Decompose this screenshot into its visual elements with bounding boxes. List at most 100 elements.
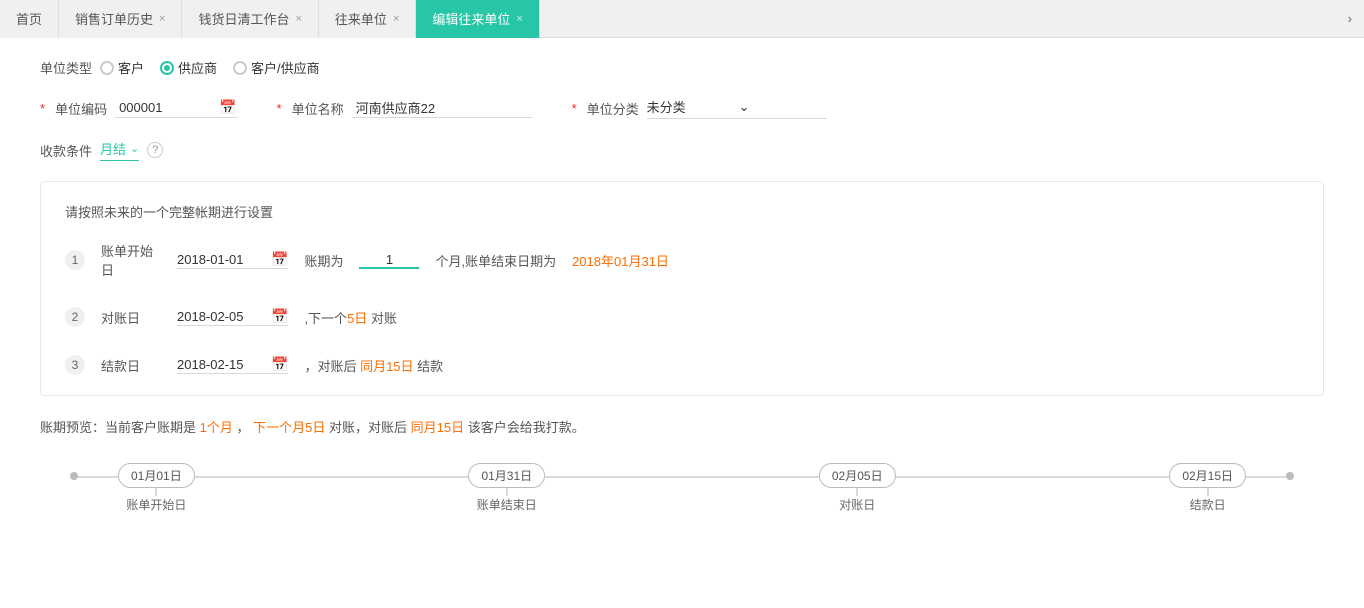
period-end-date: 2018年01月31日 [572,251,669,270]
radio-supplier-circle [160,61,174,75]
period-field-1: 账单开始日 [101,241,161,279]
period-calendar-icon-2[interactable]: 📅 [271,308,288,325]
tab-partner[interactable]: 往来单位 × [319,0,416,38]
payment-dropdown-arrow: ⌄ [130,142,139,155]
period-date-field-1[interactable] [177,252,267,267]
unit-type-item: 单位类型 客户 供应商 客户/供应商 [40,58,320,77]
radio-both-label: 客户/供应商 [251,58,320,77]
timeline-badge-2: 01月31日 [468,463,545,488]
tab-edit-partner-label: 编辑往来单位 [432,9,510,28]
unit-type-row: 单位类型 客户 供应商 客户/供应商 [40,58,1324,77]
tab-cash-work-close[interactable]: × [295,13,301,25]
timeline-label-2: 账单结束日 [477,496,537,513]
unit-name-input[interactable] [352,98,532,118]
period-calendar-icon-3[interactable]: 📅 [271,356,288,373]
timeline-end-dot [1286,472,1294,480]
timeline-label-4: 结款日 [1190,496,1226,513]
main-content: 单位类型 客户 供应商 客户/供应商 * 单位编码 [0,38,1364,608]
period-date-field-3[interactable] [177,357,267,372]
timeline-badge-4: 02月15日 [1169,463,1246,488]
period-row3-desc: ，对账后 同月15日 结款 [304,356,443,375]
timeline-container: 01月01日 账单开始日 01月31日 账单结束日 02月05日 对账日 02月… [40,463,1324,513]
radio-both-circle [233,61,247,75]
unit-category-select[interactable]: 未分类 ⌄ [647,97,827,119]
period-row-2: 2 对账日 📅 ,下一个5日 对账 [65,307,1299,327]
timeline-stem-1 [155,488,157,496]
unit-type-label: 单位类型 [40,58,92,77]
radio-both[interactable]: 客户/供应商 [233,58,320,77]
tab-edit-partner[interactable]: 编辑往来单位 × [416,0,539,38]
period-row-1: 1 账单开始日 📅 账期为 个月,账单结束日期为 2018年01月31日 [65,241,1299,279]
period-row2-highlight: 5日 [347,311,367,326]
preview-sep1: ， [237,420,250,435]
unit-category-star: * [572,101,577,116]
tab-sales-history[interactable]: 销售订单历史 × [59,0,182,38]
timeline-stem-3 [856,488,858,496]
radio-customer-circle [100,61,114,75]
tab-cash-work[interactable]: 钱货日清工作台 × [182,0,318,38]
period-date-input-2: 📅 [177,308,288,326]
timeline-node-1: 01月01日 账单开始日 [118,463,195,513]
tab-bar: 首页 销售订单历史 × 钱货日清工作台 × 往来单位 × 编辑往来单位 × › [0,0,1364,38]
payment-item: 收款条件 月结 ⌄ ? [40,139,163,161]
radio-supplier[interactable]: 供应商 [160,58,217,77]
tab-sales-history-close[interactable]: × [159,13,165,25]
period-box: 请按照未来的一个完整帐期进行设置 1 账单开始日 📅 账期为 个月,账单结束日期… [40,181,1324,396]
period-row-3: 3 结款日 📅 ，对账后 同月15日 结款 [65,355,1299,375]
payment-label: 收款条件 [40,141,92,160]
radio-customer-label: 客户 [118,58,144,77]
tab-home[interactable]: 首页 [0,0,59,38]
unit-name-star: * [277,101,282,116]
tab-more-button[interactable]: › [1336,0,1364,38]
timeline-start-dot [70,472,78,480]
payment-select[interactable]: 月结 ⌄ [100,139,139,161]
payment-value: 月结 [100,139,126,158]
payment-row: 收款条件 月结 ⌄ ? [40,139,1324,161]
preview-sep2: 对账，对账后 [329,420,407,435]
preview-prefix: 账期预览：当前客户账期是 [40,420,196,435]
period-months-input[interactable] [359,252,419,269]
radio-supplier-label: 供应商 [178,58,217,77]
timeline-label-3: 对账日 [839,496,875,513]
tab-partner-close[interactable]: × [393,13,399,25]
preview-part2: 下一个月5日 [253,420,325,435]
timeline-node-3: 02月05日 对账日 [819,463,896,513]
unit-code-calendar-icon[interactable]: 📅 [219,99,236,116]
payment-help-icon[interactable]: ? [147,142,163,158]
tab-edit-partner-close[interactable]: × [516,13,522,25]
period-row2-desc: ,下一个5日 对账 [304,308,396,327]
radio-customer[interactable]: 客户 [100,58,144,77]
period-for-label: 账期为 [304,251,343,270]
unit-category-chevron: ⌄ [739,99,827,115]
unit-category-label: 单位分类 [587,99,639,118]
timeline-badge-1: 01月01日 [118,463,195,488]
preview-suffix: 该客户会给我打款。 [468,420,585,435]
unit-code-star: * [40,101,45,116]
unit-name-item: * 单位名称 [277,98,532,118]
period-box-title: 请按照未来的一个完整帐期进行设置 [65,202,1299,221]
timeline-line-2 [545,476,819,478]
timeline-line-1 [195,476,469,478]
period-date-field-2[interactable] [177,309,267,324]
period-num-1: 1 [65,250,85,270]
tab-sales-history-label: 销售订单历史 [75,9,153,28]
period-calendar-icon-1[interactable]: 📅 [271,251,288,268]
timeline-node-2: 01月31日 账单结束日 [468,463,545,513]
tab-cash-work-label: 钱货日清工作台 [198,9,289,28]
timeline-start-cap [70,472,78,480]
preview-part1: 1个月 [200,420,233,435]
timeline-line-3 [896,476,1170,478]
preview-part3: 同月15日 [411,420,464,435]
period-date-input-3: 📅 [177,356,288,374]
timeline-line-4 [1246,476,1286,478]
unit-code-input-wrap: 📅 [115,98,236,118]
tab-home-label: 首页 [16,9,42,28]
period-row3-highlight: 同月15日 [360,359,413,374]
timeline-badge-3: 02月05日 [819,463,896,488]
unit-code-input[interactable] [115,98,215,117]
period-num-2: 2 [65,307,85,327]
period-date-input-1: 📅 [177,251,288,269]
period-unit-label: 个月,账单结束日期为 [435,251,556,270]
unit-type-radio-group: 客户 供应商 客户/供应商 [100,58,320,77]
timeline-stem-4 [1207,488,1209,496]
